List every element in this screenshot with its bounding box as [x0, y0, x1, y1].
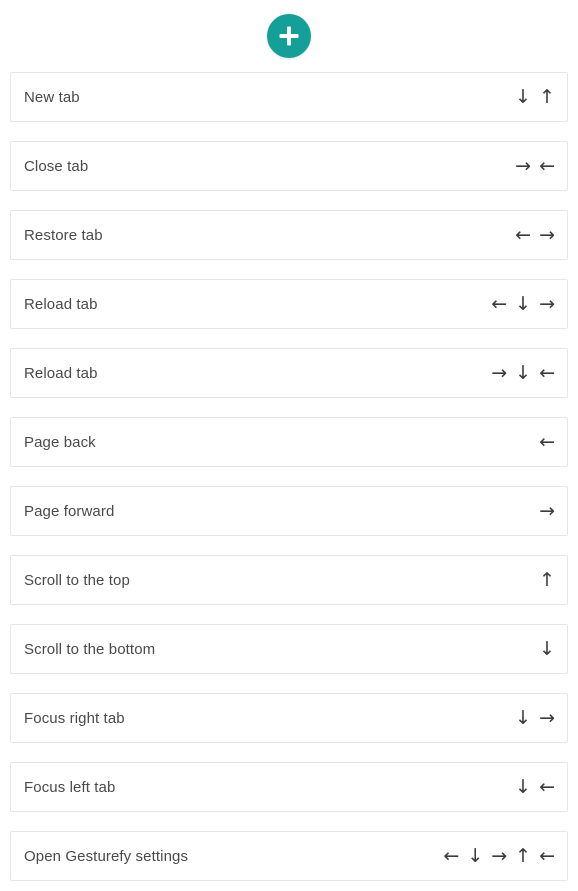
- arrow-up-icon: ↑: [539, 568, 555, 591]
- arrow-left-icon: ←: [539, 844, 555, 867]
- command-row[interactable]: Scroll to the top ↑: [10, 555, 568, 605]
- arrow-left-icon: ←: [443, 844, 460, 867]
- arrow-right-icon: →: [539, 292, 555, 315]
- gesture-pattern: ↑: [539, 568, 555, 591]
- arrow-left-icon: ←: [491, 292, 508, 315]
- command-label: New tab: [24, 88, 80, 106]
- command-label: Page back: [24, 433, 96, 451]
- gesturefy-commands-page: New tab ↓ ↑ Close tab → ← Restore tab ← → Reload …: [0, 0, 578, 891]
- command-row[interactable]: Reload tab ← ↓ →: [10, 279, 568, 329]
- arrow-right-icon: →: [539, 223, 555, 246]
- plus-icon-vertical: [287, 26, 291, 46]
- command-label: Focus right tab: [24, 709, 125, 727]
- arrow-down-icon: ↓: [515, 706, 532, 729]
- command-row[interactable]: Reload tab → ↓ ←: [10, 348, 568, 398]
- arrow-down-icon: ↓: [467, 844, 484, 867]
- command-label: Close tab: [24, 157, 89, 175]
- add-command-button[interactable]: [267, 14, 311, 58]
- command-list: New tab ↓ ↑ Close tab → ← Restore tab ← → Reload …: [0, 72, 578, 881]
- command-row[interactable]: Page forward →: [10, 486, 568, 536]
- command-label: Page forward: [24, 502, 115, 520]
- command-row[interactable]: Focus right tab ↓ →: [10, 693, 568, 743]
- command-row[interactable]: Close tab → ←: [10, 141, 568, 191]
- arrow-right-icon: →: [515, 154, 532, 177]
- gesture-pattern: → ↓ ←: [491, 361, 555, 384]
- command-row[interactable]: New tab ↓ ↑: [10, 72, 568, 122]
- command-row[interactable]: Focus left tab ↓ ←: [10, 762, 568, 812]
- arrow-down-icon: ↓: [515, 361, 532, 384]
- arrow-right-icon: →: [491, 361, 508, 384]
- gesture-pattern: ↓ →: [515, 706, 555, 729]
- command-label: Reload tab: [24, 364, 98, 382]
- command-row[interactable]: Restore tab ← →: [10, 210, 568, 260]
- arrow-down-icon: ↓: [515, 292, 532, 315]
- command-label: Scroll to the top: [24, 571, 130, 589]
- gesture-pattern: ↓ ←: [515, 775, 555, 798]
- command-label: Open Gesturefy settings: [24, 847, 189, 865]
- gesture-pattern: ← ↓ → ↑ ←: [443, 844, 555, 867]
- gesture-pattern: ← ↓ →: [491, 292, 555, 315]
- arrow-right-icon: →: [539, 499, 555, 522]
- arrow-down-icon: ↓: [515, 775, 532, 798]
- command-label: Restore tab: [24, 226, 103, 244]
- arrow-down-icon: ↓: [515, 85, 532, 108]
- arrow-right-icon: →: [491, 844, 508, 867]
- gesture-pattern: ←: [539, 430, 555, 453]
- arrow-up-icon: ↑: [515, 844, 532, 867]
- arrow-right-icon: →: [539, 706, 555, 729]
- gesture-pattern: ← →: [515, 223, 555, 246]
- gesture-pattern: → ←: [515, 154, 555, 177]
- arrow-up-icon: ↑: [539, 85, 555, 108]
- gesture-pattern: ↓ ↑: [515, 85, 555, 108]
- arrow-left-icon: ←: [539, 154, 555, 177]
- command-label: Scroll to the bottom: [24, 640, 156, 658]
- arrow-down-icon: ↓: [539, 637, 555, 660]
- arrow-left-icon: ←: [539, 430, 555, 453]
- arrow-left-icon: ←: [539, 361, 555, 384]
- arrow-left-icon: ←: [539, 775, 555, 798]
- command-row[interactable]: Scroll to the bottom ↓: [10, 624, 568, 674]
- command-label: Reload tab: [24, 295, 98, 313]
- gesture-pattern: →: [539, 499, 555, 522]
- command-row[interactable]: Page back ←: [10, 417, 568, 467]
- command-row[interactable]: Open Gesturefy settings ← ↓ → ↑ ←: [10, 831, 568, 881]
- gesture-pattern: ↓: [539, 637, 555, 660]
- arrow-left-icon: ←: [515, 223, 532, 246]
- command-label: Focus left tab: [24, 778, 116, 796]
- add-command-toolbar: [0, 0, 578, 72]
